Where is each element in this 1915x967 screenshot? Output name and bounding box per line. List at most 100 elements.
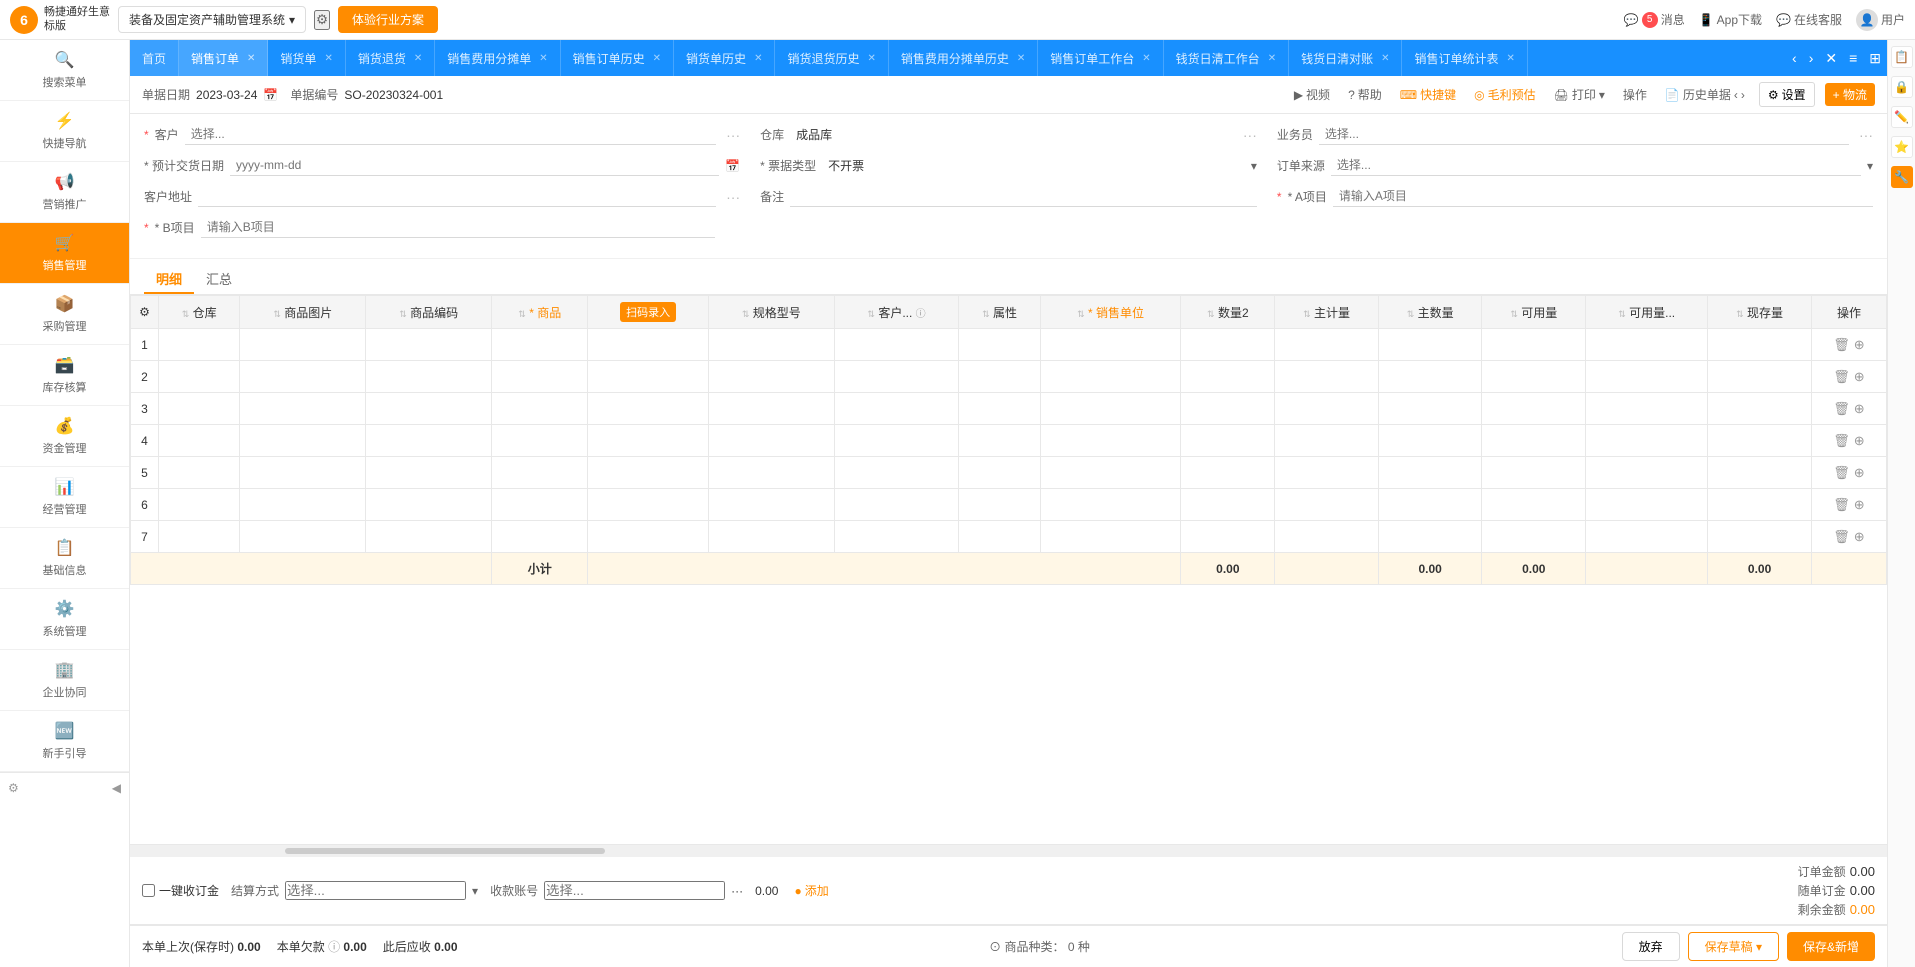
print-btn[interactable]: 🖨 打印 ▾	[1550, 84, 1609, 105]
nav-menu-icon[interactable]: ≡	[1843, 40, 1863, 76]
copy-icon[interactable]: ⊕	[1854, 465, 1865, 481]
settings-gear-icon[interactable]: ⚙	[314, 10, 330, 30]
payment-method-input[interactable]	[285, 881, 466, 900]
sort-icon[interactable]: ⇅	[742, 309, 750, 319]
sidebar-settings-icon[interactable]: ⚙	[8, 781, 19, 795]
tab-sales-order-history[interactable]: 销售订单历史 ✕	[561, 40, 674, 76]
sort-icon[interactable]: ⇅	[518, 309, 526, 319]
copy-icon[interactable]: ⊕	[1854, 337, 1865, 353]
sidebar-item-system[interactable]: ⚙️ 系统管理	[0, 589, 129, 650]
save-draft-button[interactable]: 保存草稿 ▾	[1688, 932, 1779, 961]
right-panel-btn-5[interactable]: 🔧	[1891, 166, 1913, 188]
delete-icon[interactable]: 🗑	[1833, 465, 1850, 481]
tab-sales-fee[interactable]: 销售费用分摊单 ✕	[435, 40, 560, 76]
salesman-input[interactable]	[1319, 124, 1849, 145]
sidebar-item-basic[interactable]: 📋 基础信息	[0, 528, 129, 589]
sidebar-item-purchase[interactable]: 📦 采购管理	[0, 284, 129, 345]
close-icon[interactable]: ✕	[1017, 53, 1025, 64]
tab-order-workbench[interactable]: 销售订单工作台 ✕	[1038, 40, 1163, 76]
solution-button[interactable]: 体验行业方案	[338, 6, 438, 33]
view-video-btn[interactable]: ▶ 视频	[1290, 84, 1334, 105]
scroll-track[interactable]	[285, 848, 605, 854]
profit-btn[interactable]: ◎ 毛利预估	[1470, 84, 1540, 105]
settings-button[interactable]: ⚙ 设置	[1759, 82, 1815, 107]
sort-icon[interactable]: ⇅	[273, 309, 281, 319]
close-icon[interactable]: ✕	[414, 53, 422, 64]
delete-icon[interactable]: 🗑	[1833, 497, 1850, 513]
close-icon[interactable]: ✕	[247, 53, 255, 64]
chevron-down-icon[interactable]: ▾	[1756, 940, 1762, 954]
tab-cash-workbench[interactable]: 钱货日清工作台 ✕	[1164, 40, 1289, 76]
delete-icon[interactable]: 🗑	[1833, 369, 1850, 385]
tab-sales-order[interactable]: 销售订单 ✕	[179, 40, 268, 76]
system-selector[interactable]: 装备及固定资产辅助管理系统 ▾	[118, 6, 306, 33]
user-area[interactable]: 👤 用户	[1856, 9, 1905, 31]
add-payment-btn[interactable]: ● 添加	[790, 880, 832, 901]
actions-btn[interactable]: 操作	[1619, 84, 1651, 105]
right-panel-btn-4[interactable]: ⭐	[1891, 136, 1913, 158]
discard-button[interactable]: 放弃	[1622, 932, 1680, 961]
tab-sales-bill[interactable]: 销货单 ✕	[268, 40, 345, 76]
invoice-type-chevron-icon[interactable]: ▾	[1251, 159, 1257, 173]
receipt-more-icon[interactable]: ···	[731, 884, 743, 898]
delivery-date-input[interactable]	[230, 155, 719, 176]
a-project-input[interactable]	[1333, 186, 1873, 207]
tab-sales-return[interactable]: 销货退货 ✕	[346, 40, 435, 76]
tab-summary[interactable]: 汇总	[194, 265, 244, 294]
right-panel-btn-3[interactable]: ✏️	[1891, 106, 1913, 128]
sidebar-item-enterprise[interactable]: 🏢 企业协同	[0, 650, 129, 711]
delete-icon[interactable]: 🗑	[1833, 401, 1850, 417]
nav-next-icon[interactable]: ›	[1803, 40, 1820, 76]
tab-fee-history[interactable]: 销售费用分摊单历史 ✕	[889, 40, 1038, 76]
tab-return-history[interactable]: 销货退货历史 ✕	[775, 40, 888, 76]
help-btn[interactable]: ? 帮助	[1344, 84, 1386, 105]
sort-icon[interactable]: ⇅	[1736, 309, 1744, 319]
close-icon[interactable]: ✕	[1507, 53, 1515, 64]
shortcut-btn[interactable]: ⌨ 快捷键	[1396, 84, 1460, 105]
remark-input[interactable]	[790, 186, 1257, 207]
customer-more-icon[interactable]: ···	[726, 127, 740, 143]
sort-icon[interactable]: ⇅	[1407, 309, 1415, 319]
close-icon[interactable]: ✕	[324, 53, 332, 64]
delete-icon[interactable]: 🗑	[1833, 529, 1850, 545]
tab-bill-history[interactable]: 销货单历史 ✕	[674, 40, 775, 76]
close-icon[interactable]: ✕	[1142, 53, 1150, 64]
copy-icon[interactable]: ⊕	[1854, 433, 1865, 449]
close-icon[interactable]: ✕	[1268, 53, 1276, 64]
right-panel-btn-2[interactable]: 🔒	[1891, 76, 1913, 98]
sort-icon[interactable]: ⇅	[1207, 309, 1215, 319]
tab-sales-stats[interactable]: 销售订单统计表 ✕	[1402, 40, 1527, 76]
sort-icon[interactable]: ⇅	[399, 309, 407, 319]
salesman-more-icon[interactable]: ···	[1859, 127, 1873, 143]
order-source-input[interactable]	[1331, 155, 1861, 176]
one-click-checkbox[interactable]	[142, 884, 155, 897]
copy-icon[interactable]: ⊕	[1854, 497, 1865, 513]
close-icon[interactable]: ✕	[1381, 53, 1389, 64]
nav-prev-icon[interactable]: ‹	[1786, 40, 1803, 76]
sort-icon[interactable]: ⇅	[1618, 309, 1626, 319]
history-btn[interactable]: 📄 历史单据 ‹ ›	[1661, 84, 1749, 105]
tab-detail[interactable]: 明细	[144, 265, 194, 294]
sort-icon[interactable]: ⇅	[982, 309, 990, 319]
b-project-input[interactable]	[201, 217, 715, 238]
sidebar-item-finance[interactable]: 💰 资金管理	[0, 406, 129, 467]
product-types-icon[interactable]: ⊙	[989, 940, 1001, 954]
sidebar-item-operation[interactable]: 📊 经营管理	[0, 467, 129, 528]
close-icon[interactable]: ✕	[754, 53, 762, 64]
receipt-account-input[interactable]	[544, 881, 725, 900]
order-source-chevron-icon[interactable]: ▾	[1867, 159, 1873, 173]
sidebar-item-search[interactable]: 🔍 搜索菜单	[0, 40, 129, 101]
sort-icon[interactable]: ⇅	[182, 309, 190, 319]
sidebar-item-marketing[interactable]: 📢 营销推广	[0, 162, 129, 223]
payment-chevron-icon[interactable]: ▾	[472, 884, 478, 898]
address-input[interactable]	[198, 186, 716, 207]
info-icon[interactable]: ⓘ	[916, 309, 926, 320]
sidebar-item-guide[interactable]: 🆕 新手引导	[0, 711, 129, 772]
right-panel-btn-1[interactable]: 📋	[1891, 46, 1913, 68]
nav-grid-icon[interactable]: ⊞	[1863, 40, 1887, 76]
notification-area[interactable]: 💬 5 消息	[1624, 11, 1685, 28]
close-icon[interactable]: ✕	[867, 53, 875, 64]
tab-cash-reconcile[interactable]: 钱货日清对账 ✕	[1289, 40, 1402, 76]
warehouse-more-icon[interactable]: ···	[1243, 127, 1257, 143]
nav-expand-icon[interactable]: ✕	[1819, 40, 1843, 76]
